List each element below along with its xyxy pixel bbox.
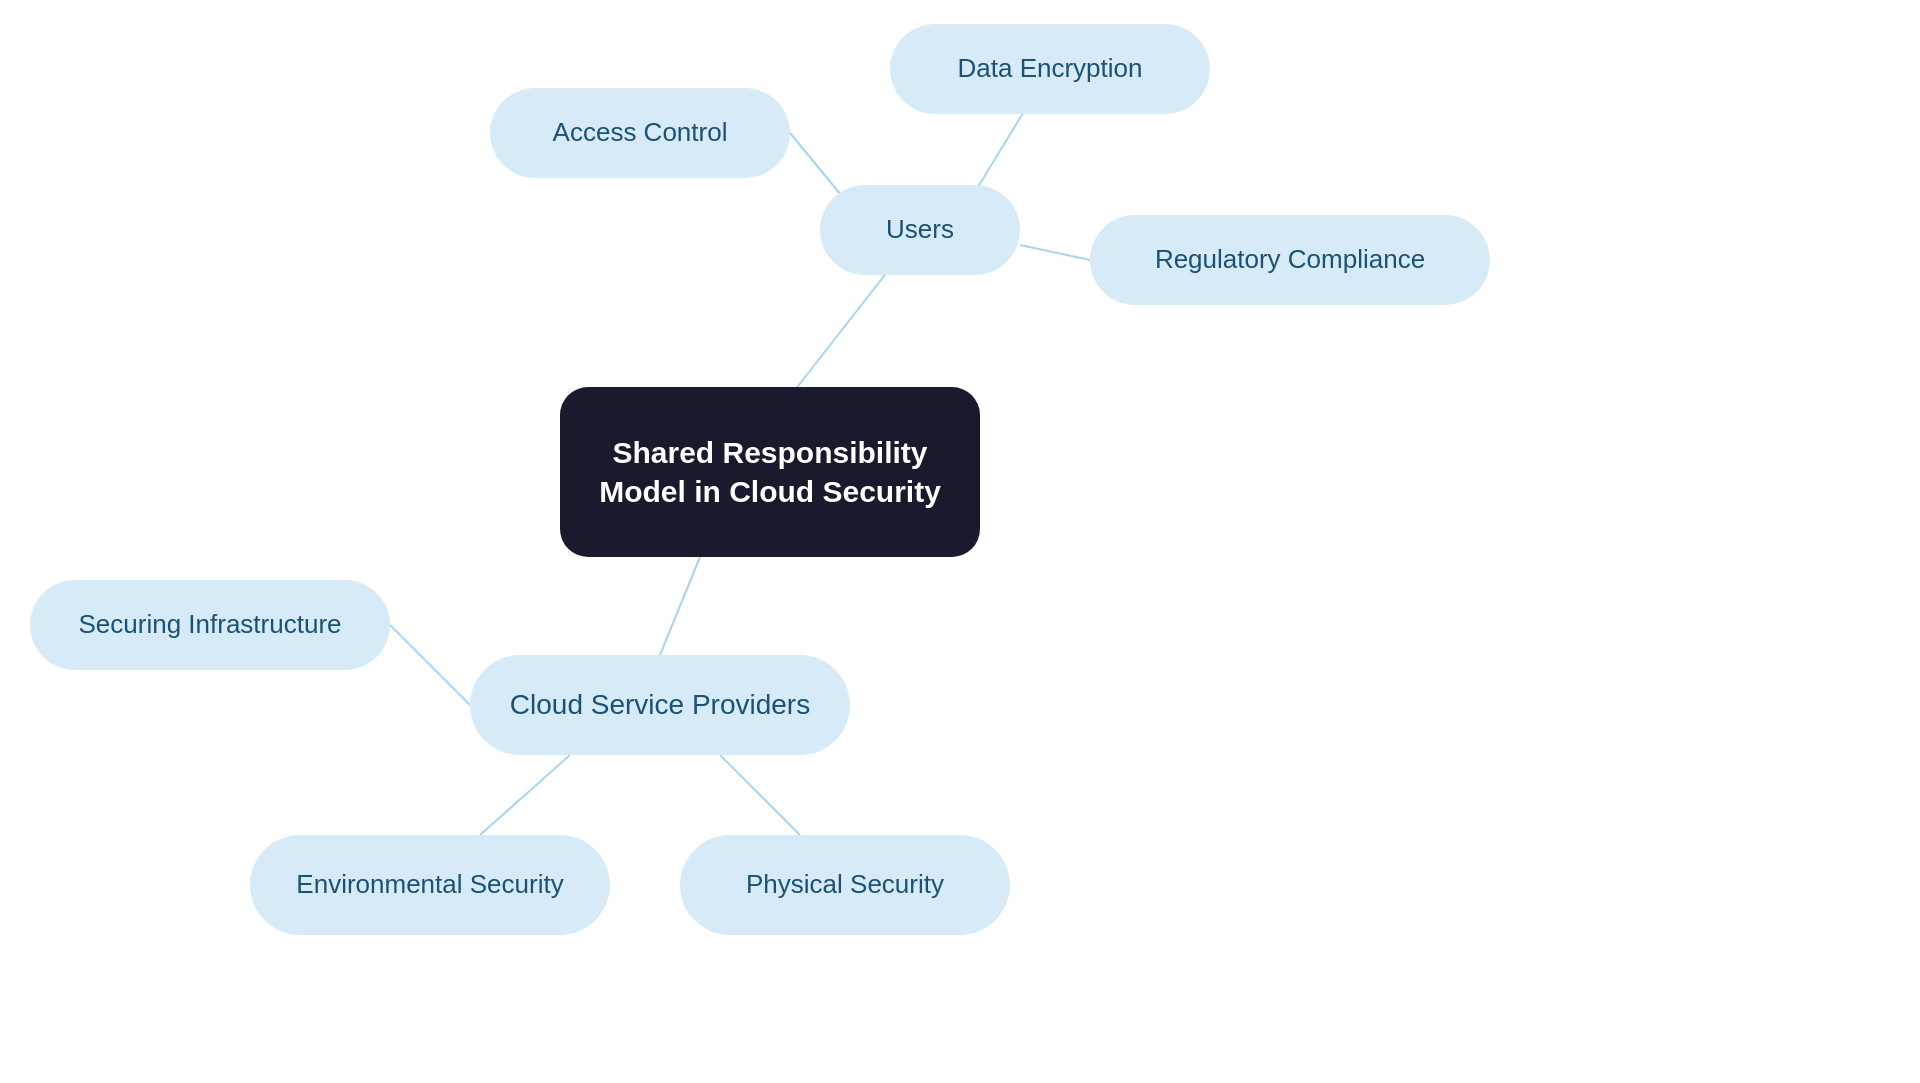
environmental-security-node: Environmental Security [250, 835, 610, 935]
physical-security-label: Physical Security [746, 868, 944, 902]
access-control-node: Access Control [490, 88, 790, 178]
data-encryption-node: Data Encryption [890, 24, 1210, 114]
securing-infrastructure-node: Securing Infrastructure [30, 580, 390, 670]
svg-line-7 [720, 755, 800, 835]
securing-infrastructure-label: Securing Infrastructure [78, 608, 341, 642]
users-node: Users [820, 185, 1020, 275]
users-node-label: Users [886, 213, 954, 247]
regulatory-compliance-node: Regulatory Compliance [1090, 215, 1490, 305]
physical-security-node: Physical Security [680, 835, 1010, 935]
environmental-security-label: Environmental Security [296, 868, 563, 902]
svg-line-6 [480, 755, 570, 835]
regulatory-compliance-label: Regulatory Compliance [1155, 243, 1425, 277]
cloud-service-providers-label: Cloud Service Providers [510, 687, 810, 723]
center-node: Shared Responsibility Model in Cloud Sec… [560, 387, 980, 557]
cloud-service-providers-node: Cloud Service Providers [470, 655, 850, 755]
center-node-label: Shared Responsibility Model in Cloud Sec… [592, 433, 948, 511]
data-encryption-label: Data Encryption [958, 52, 1143, 86]
access-control-label: Access Control [553, 116, 728, 150]
svg-line-3 [1020, 245, 1090, 260]
svg-line-4 [660, 557, 700, 655]
svg-line-5 [390, 625, 470, 705]
